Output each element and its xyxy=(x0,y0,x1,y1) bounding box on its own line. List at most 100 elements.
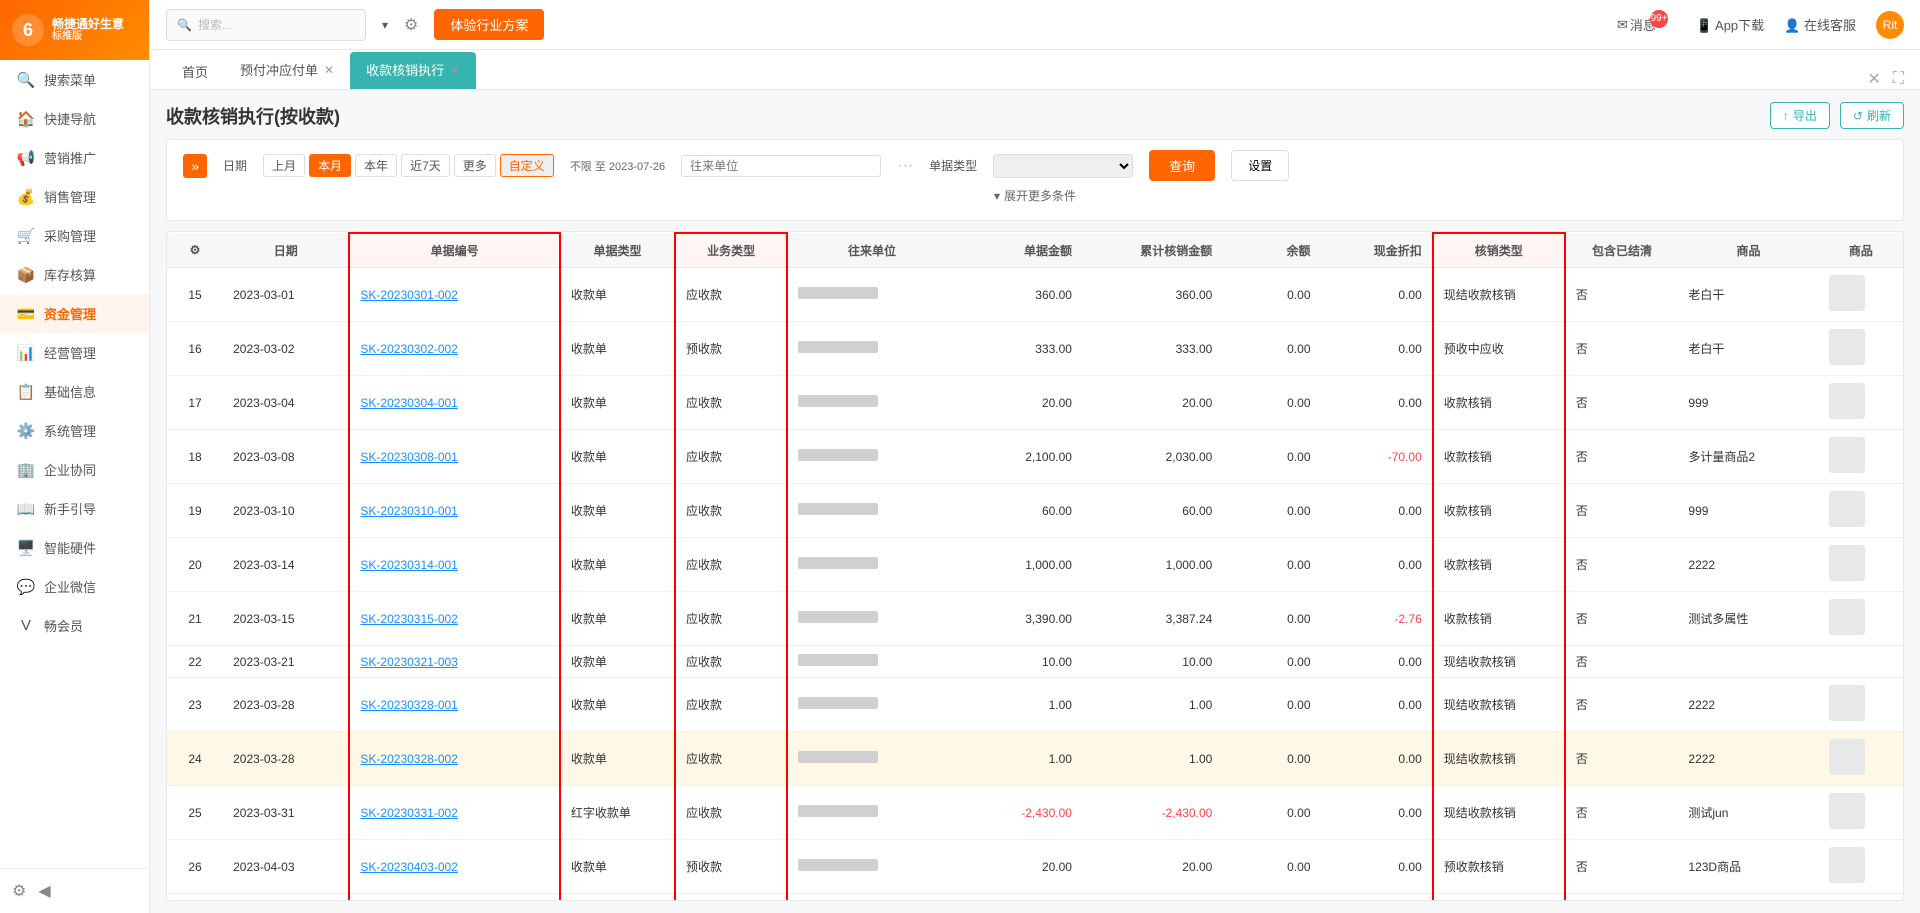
cell-img xyxy=(1819,268,1903,322)
cell-goods: 测试jun xyxy=(1678,786,1818,840)
topbar-dropdown-icon[interactable]: ▾ xyxy=(382,18,388,32)
cell-biz: 预收款 xyxy=(675,840,787,894)
sn-link[interactable]: SK-20230331-002 xyxy=(360,806,457,820)
sn-link[interactable]: SK-20230321-003 xyxy=(360,655,457,669)
tab-payable[interactable]: 预付冲应付单 ✕ xyxy=(224,52,350,89)
cell-cum: 2,030.00 xyxy=(1082,430,1222,484)
filter-more-dots[interactable]: ··· xyxy=(897,157,913,175)
cell-balance: 0.00 xyxy=(1222,592,1320,646)
topbar-gear-icon[interactable]: ⚙ xyxy=(404,15,418,35)
sidebar-item-purchase[interactable]: 🛒采购管理 xyxy=(0,216,149,255)
col-header-settings[interactable]: ⚙ xyxy=(167,233,223,268)
industry-solution-button[interactable]: 体验行业方案 xyxy=(434,9,544,40)
table-row: 19 2023-03-10 SK-20230310-001 收款单 应收款 60… xyxy=(167,484,1903,538)
user-avatar[interactable]: Rit xyxy=(1876,11,1904,39)
expand-more-conditions[interactable]: ▾ 展开更多条件 xyxy=(183,181,1887,210)
col-header-sn: 单据编号 xyxy=(349,233,560,268)
cell-img xyxy=(1819,840,1903,894)
filter-expand-button[interactable]: » xyxy=(183,154,207,178)
tab-receipt-close-icon[interactable]: ✕ xyxy=(450,63,460,77)
app-download-button[interactable]: 📱 App下载 xyxy=(1696,15,1764,34)
cell-amount: 360.00 xyxy=(956,268,1082,322)
sidebar-menu: 🔍搜索菜单🏠快捷导航📢营销推广💰销售管理🛒采购管理📦库存核算💳资金管理📊经营管理… xyxy=(0,60,149,868)
date-last-month-button[interactable]: 上月 xyxy=(263,154,305,177)
app-label: App下载 xyxy=(1715,18,1764,33)
sn-link[interactable]: SK-20230315-002 xyxy=(360,612,457,626)
cell-balance: 0.00 xyxy=(1222,732,1320,786)
sidebar-item-marketing[interactable]: 📢营销推广 xyxy=(0,138,149,177)
cell-img xyxy=(1819,894,1903,901)
tab-receipt[interactable]: 收款核销执行 ✕ xyxy=(350,52,476,89)
sidebar-item-finance[interactable]: 💳资金管理 xyxy=(0,294,149,333)
sidebar-icon-inventory: 📦 xyxy=(16,266,36,284)
table-row: 22 2023-03-21 SK-20230321-003 收款单 应收款 10… xyxy=(167,646,1903,678)
date-custom-button[interactable]: 自定义 xyxy=(500,154,554,177)
filter-settings-button[interactable]: 设置 xyxy=(1231,150,1289,181)
tab-receipt-label: 收款核销执行 xyxy=(366,60,444,79)
sidebar-item-business[interactable]: 📊经营管理 xyxy=(0,333,149,372)
cell-idx: 20 xyxy=(167,538,223,592)
sn-link[interactable]: SK-20230314-001 xyxy=(360,558,457,572)
sn-link[interactable]: SK-20230308-001 xyxy=(360,450,457,464)
cell-date: 2023-03-08 xyxy=(223,430,349,484)
sidebar-icon-business: 📊 xyxy=(16,344,36,362)
filter-bar: » 日期 上月 本月 本年 近7天 更多 自定义 不限 至 2023-07-26… xyxy=(166,139,1904,221)
page-header: 收款核销执行(按收款) ↑ 导出 ↺ 刷新 xyxy=(166,102,1904,129)
cell-sn: SK-20230408-001 xyxy=(349,894,560,901)
col-header-amount: 单据金额 xyxy=(956,233,1082,268)
refresh-button[interactable]: ↺ 刷新 xyxy=(1840,102,1904,129)
tab-home[interactable]: 首页 xyxy=(166,54,224,89)
date-7days-button[interactable]: 近7天 xyxy=(401,154,450,177)
sidebar-item-system[interactable]: ⚙️系统管理 xyxy=(0,411,149,450)
tab-close-all-icon[interactable]: ✕ xyxy=(1867,69,1880,89)
date-this-year-button[interactable]: 本年 xyxy=(355,154,397,177)
sn-link[interactable]: SK-20230301-002 xyxy=(360,288,457,302)
sn-link[interactable]: SK-20230310-001 xyxy=(360,504,457,518)
cell-discount: 0.00 xyxy=(1321,678,1433,732)
sn-link[interactable]: SK-20230403-002 xyxy=(360,860,457,874)
sidebar-item-hardware[interactable]: 🖥️智能硬件 xyxy=(0,528,149,567)
sidebar-item-search[interactable]: 🔍搜索菜单 xyxy=(0,60,149,99)
cell-biz: 应收款 xyxy=(675,678,787,732)
sn-link[interactable]: SK-20230304-001 xyxy=(360,396,457,410)
tab-expand-icon[interactable]: ⛶ xyxy=(1893,70,1904,88)
sidebar-item-quick[interactable]: 🏠快捷导航 xyxy=(0,99,149,138)
cell-verify: 收款核销 xyxy=(1433,376,1565,430)
sidebar-gear-icon[interactable]: ⚙ xyxy=(12,881,26,901)
cell-type: 收款单 xyxy=(560,430,675,484)
sidebar-collapse-icon[interactable]: ◀ xyxy=(38,881,50,901)
cell-img xyxy=(1819,484,1903,538)
table-scroll-area[interactable]: ⚙ 日期 单据编号 单据类型 业务类型 往来单位 单据金额 累计核销金额 余额 … xyxy=(167,232,1903,900)
sidebar-item-inventory[interactable]: 📦库存核算 xyxy=(0,255,149,294)
col-header-verify: 核销类型 xyxy=(1433,233,1565,268)
cell-cum: 10.00 xyxy=(1082,646,1222,678)
sidebar-item-member[interactable]: V畅会员 xyxy=(0,606,149,645)
cell-date: 2023-03-10 xyxy=(223,484,349,538)
sn-link[interactable]: SK-20230328-002 xyxy=(360,752,457,766)
date-this-month-button[interactable]: 本月 xyxy=(309,154,351,177)
sn-link[interactable]: SK-20230328-001 xyxy=(360,698,457,712)
export-button[interactable]: ↑ 导出 xyxy=(1770,102,1830,129)
sidebar-item-sales[interactable]: 💰销售管理 xyxy=(0,177,149,216)
sidebar-item-wechat[interactable]: 💬企业微信 xyxy=(0,567,149,606)
doc-type-select[interactable] xyxy=(993,154,1133,178)
query-button[interactable]: 查询 xyxy=(1149,150,1215,181)
sidebar-icon-guide: 📖 xyxy=(16,500,36,518)
sn-link[interactable]: SK-20230302-002 xyxy=(360,342,457,356)
table-row: 25 2023-03-31 SK-20230331-002 红字收款单 应收款 … xyxy=(167,786,1903,840)
online-service-button[interactable]: 👤 在线客服 xyxy=(1784,15,1856,34)
date-filter-label: 日期 xyxy=(223,157,247,174)
tab-payable-close-icon[interactable]: ✕ xyxy=(324,63,334,77)
sidebar-item-basic[interactable]: 📋基础信息 xyxy=(0,372,149,411)
cell-balance: 0.00 xyxy=(1222,322,1320,376)
messages-button[interactable]: ✉ 消息 99+ xyxy=(1617,15,1676,34)
sidebar-icon-finance: 💳 xyxy=(16,305,36,323)
sidebar-item-guide[interactable]: 📖新手引导 xyxy=(0,489,149,528)
date-more-button[interactable]: 更多 xyxy=(454,154,496,177)
cell-verify: 现结收款核销 xyxy=(1433,732,1565,786)
cell-type: 收款单 xyxy=(560,322,675,376)
sidebar-item-corp[interactable]: 🏢企业协同 xyxy=(0,450,149,489)
topbar-search-box[interactable]: 🔍 搜索... xyxy=(166,9,366,41)
cell-date: 2023-03-28 xyxy=(223,678,349,732)
partner-filter-input[interactable] xyxy=(681,155,881,177)
